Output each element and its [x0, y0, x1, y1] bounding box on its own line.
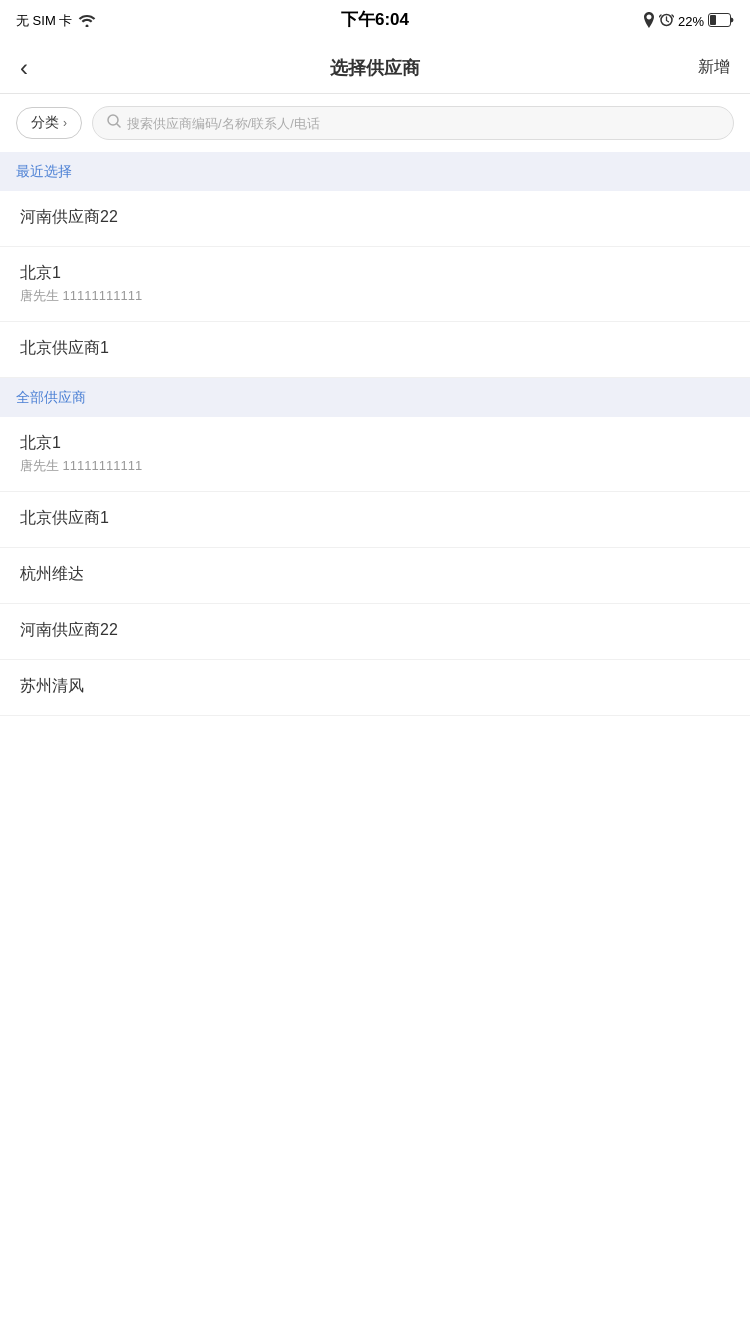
- filter-bar: 分类 ›: [0, 94, 750, 152]
- battery-icon: [708, 13, 734, 30]
- item-name: 北京供应商1: [20, 508, 730, 529]
- nav-bar: ‹ 选择供应商 新增: [0, 42, 750, 94]
- search-input[interactable]: [127, 116, 719, 131]
- status-bar: 无 SIM 卡 下午6:04 22%: [0, 0, 750, 42]
- item-name: 北京供应商1: [20, 338, 730, 359]
- item-name: 河南供应商22: [20, 620, 730, 641]
- status-time: 下午6:04: [341, 8, 409, 31]
- back-button[interactable]: ‹: [20, 50, 36, 86]
- alarm-icon: [659, 12, 674, 30]
- recent-section-header: 最近选择: [0, 152, 750, 191]
- chevron-right-icon: ›: [63, 116, 67, 130]
- list-item[interactable]: 北京1 唐先生 11111111111: [0, 417, 750, 492]
- location-icon: [643, 12, 655, 31]
- page-title: 选择供应商: [330, 56, 420, 80]
- item-name: 杭州维达: [20, 564, 730, 585]
- item-name: 苏州清风: [20, 676, 730, 697]
- category-label: 分类: [31, 114, 59, 132]
- add-button[interactable]: 新增: [698, 57, 730, 78]
- carrier-label: 无 SIM 卡: [16, 12, 72, 30]
- item-detail: 唐先生 11111111111: [20, 287, 730, 305]
- category-button[interactable]: 分类 ›: [16, 107, 82, 139]
- list-item[interactable]: 北京1 唐先生 11111111111: [0, 247, 750, 322]
- recent-section-label: 最近选择: [16, 163, 72, 179]
- list-item[interactable]: 河南供应商22: [0, 604, 750, 660]
- list-item[interactable]: 河南供应商22: [0, 191, 750, 247]
- all-section-label: 全部供应商: [16, 389, 86, 405]
- item-name: 河南供应商22: [20, 207, 730, 228]
- item-name: 北京1: [20, 263, 730, 284]
- search-icon: [107, 114, 121, 132]
- list-item[interactable]: 苏州清风: [0, 660, 750, 716]
- item-detail: 唐先生 11111111111: [20, 457, 730, 475]
- battery-percentage: 22%: [678, 14, 704, 29]
- item-name: 北京1: [20, 433, 730, 454]
- all-list: 北京1 唐先生 11111111111 北京供应商1 杭州维达河南供应商22 苏州清风: [0, 417, 750, 716]
- status-left: 无 SIM 卡: [16, 12, 96, 30]
- search-box: [92, 106, 734, 140]
- recent-list: 河南供应商22 北京1 唐先生 11111111111 北京供应商1: [0, 191, 750, 378]
- all-section-header: 全部供应商: [0, 378, 750, 417]
- list-item[interactable]: 北京供应商1: [0, 492, 750, 548]
- svg-rect-2: [710, 15, 716, 25]
- list-item[interactable]: 杭州维达: [0, 548, 750, 604]
- list-item[interactable]: 北京供应商1: [0, 322, 750, 378]
- wifi-icon: [78, 13, 96, 30]
- status-right: 22%: [643, 12, 734, 31]
